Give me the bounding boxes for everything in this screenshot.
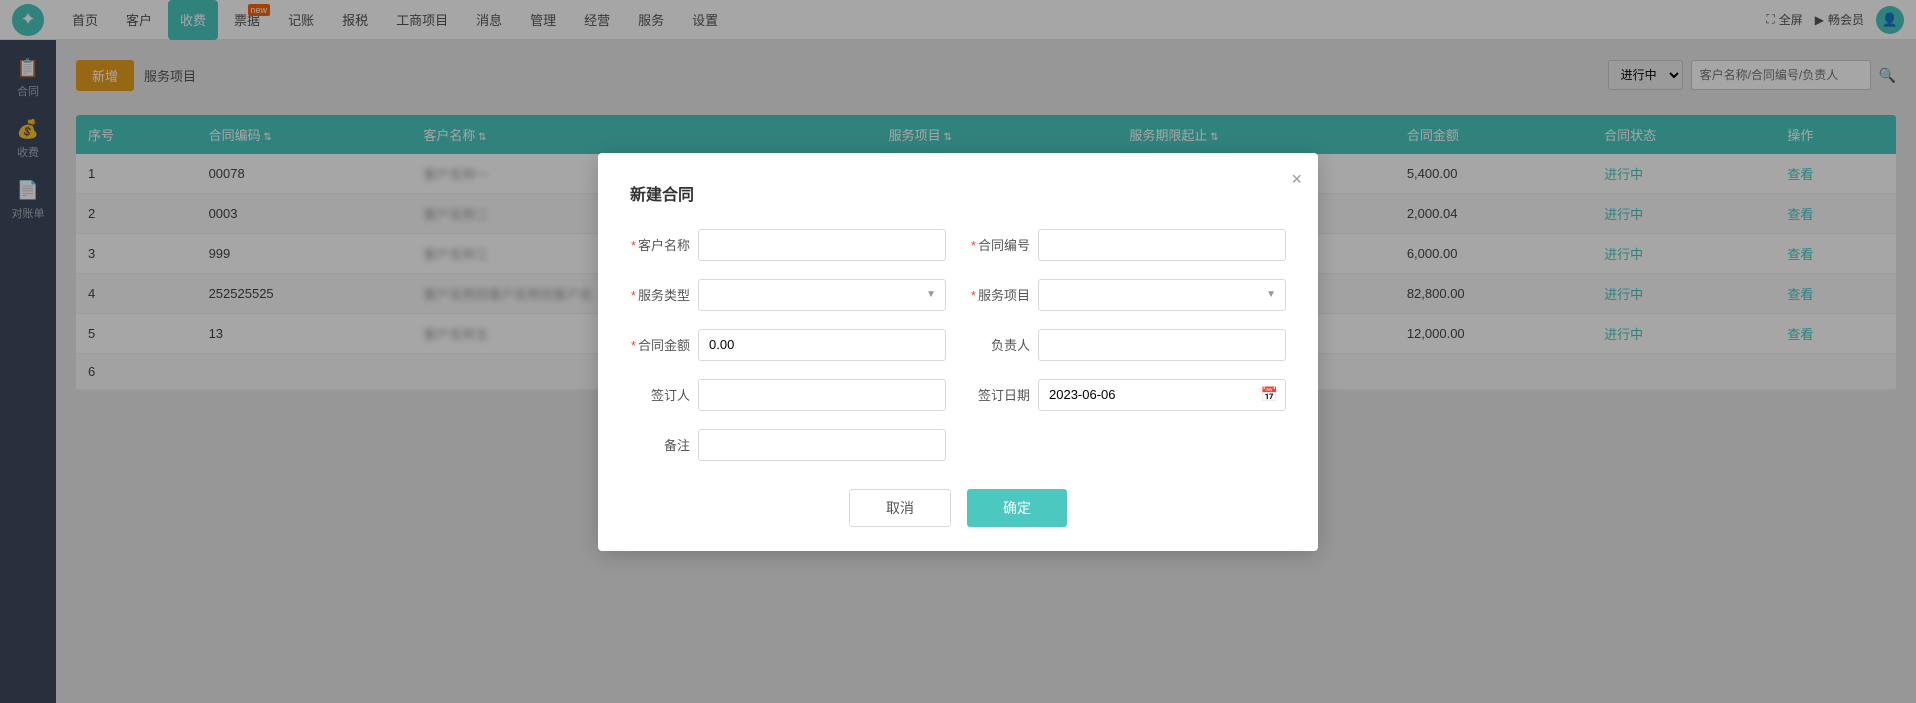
required-star-4: * [971,288,976,303]
responsible-label: 负责人 [970,335,1030,354]
confirm-button[interactable]: 确定 [967,489,1067,527]
field-service-type: *服务类型 ▼ [630,279,946,311]
field-signer: 签订人 [630,379,946,411]
modal-close-button[interactable]: × [1291,169,1302,190]
form-row-4: 签订人 签订日期 2023-06-06 📅 [630,379,1286,411]
field-sign-date: 签订日期 2023-06-06 📅 [970,379,1286,411]
sign-date-input[interactable]: 2023-06-06 [1038,379,1286,411]
main-layout: 📋 合同 💰 收费 📄 对账单 新增 服务项目 进行中 已完成 已终止 [0,40,1916,703]
contract-amount-label: *合同金额 [630,335,690,354]
contract-no-input[interactable] [1038,229,1286,261]
contract-no-label: *合同编号 [970,235,1030,254]
field-remark: 备注 [630,429,946,461]
service-item-select[interactable] [1038,279,1286,311]
service-type-label: *服务类型 [630,285,690,304]
modal-overlay: 新建合同 × *客户名称 *合同编号 [56,40,1916,703]
required-star: * [631,238,636,253]
customer-name-input[interactable] [698,229,946,261]
form-row-1: *客户名称 *合同编号 [630,229,1286,261]
form-row-3: *合同金额 0.00 负责人 [630,329,1286,361]
remark-input[interactable] [698,429,946,461]
cancel-button[interactable]: 取消 [849,489,951,527]
required-star-3: * [631,288,636,303]
field-contract-no: *合同编号 [970,229,1286,261]
field-contract-amount: *合同金额 0.00 [630,329,946,361]
service-item-label: *服务项目 [970,285,1030,304]
service-type-select[interactable] [698,279,946,311]
new-contract-modal: 新建合同 × *客户名称 *合同编号 [598,153,1318,551]
customer-name-label: *客户名称 [630,235,690,254]
service-type-wrapper: ▼ [698,279,946,311]
signer-label: 签订人 [630,385,690,404]
field-customer-name: *客户名称 [630,229,946,261]
responsible-input[interactable] [1038,329,1286,361]
required-star-5: * [631,338,636,353]
signer-input[interactable] [698,379,946,411]
field-responsible: 负责人 [970,329,1286,361]
field-service-item: *服务项目 ▼ [970,279,1286,311]
sign-date-label: 签订日期 [970,385,1030,404]
form-row-5: 备注 [630,429,1286,461]
contract-amount-input[interactable]: 0.00 [698,329,946,361]
remark-label: 备注 [630,435,690,454]
service-item-wrapper: ▼ [1038,279,1286,311]
required-star-2: * [971,238,976,253]
sign-date-wrapper: 2023-06-06 📅 [1038,379,1286,411]
modal-title: 新建合同 [630,181,1286,205]
form-row-2: *服务类型 ▼ *服务项目 [630,279,1286,311]
content-area: 新增 服务项目 进行中 已完成 已终止 🔍 序号 合同编码 [56,40,1916,703]
modal-footer: 取消 确定 [630,489,1286,527]
